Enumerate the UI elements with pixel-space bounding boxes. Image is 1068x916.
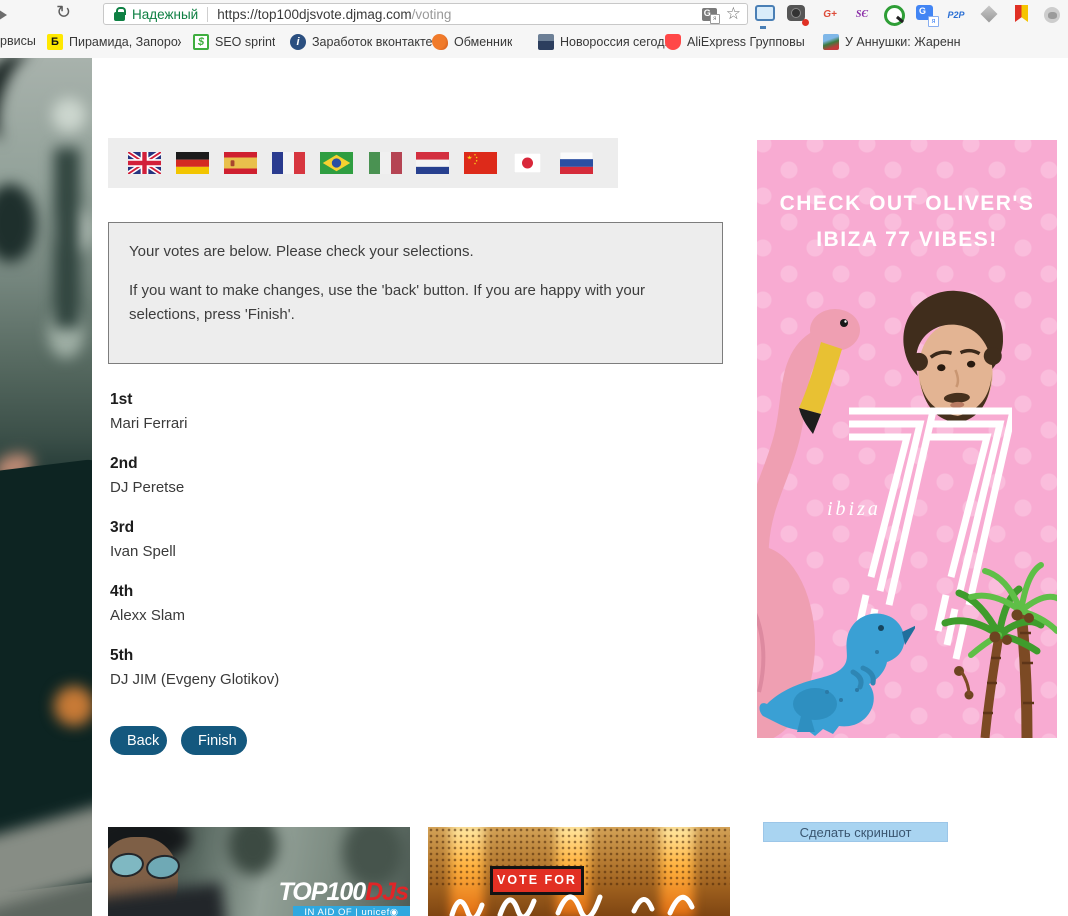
background-photo: [0, 58, 92, 916]
translate-page-icon[interactable]: Gя: [701, 7, 720, 24]
voting-page: Your votes are below. Please check your …: [0, 58, 1068, 916]
reload-icon[interactable]: ↻: [56, 2, 71, 23]
address-bar[interactable]: Надежный https://top100djsvote.djmag.com…: [103, 3, 748, 25]
vote-rank: 3rd: [110, 519, 135, 536]
flag-brazil[interactable]: [320, 152, 353, 174]
flag-uk[interactable]: [128, 152, 161, 174]
address-divider: [207, 6, 209, 22]
flag-spain[interactable]: [224, 152, 257, 174]
tree-shape: [54, 148, 80, 328]
flag-france[interactable]: [272, 152, 305, 174]
screen-cast-extension-icon[interactable]: [755, 5, 775, 25]
bookmark-aliexpress[interactable]: AliExpress Групповы: [665, 34, 804, 50]
p2p-extension-icon[interactable]: P2P: [946, 5, 966, 25]
browser-toolbar: ↻ Надежный https://top100djsvote.djmag.c…: [0, 0, 1068, 30]
palm-silhouette: [228, 827, 278, 875]
vote-selections-list: 1st Mari Ferrari 2nd DJ Peretse 3rd Ivan…: [110, 388, 510, 708]
signature-script: [449, 894, 695, 916]
make-screenshot-button[interactable]: Сделать скриншот: [763, 822, 948, 842]
vote-dj-name: Alexx Slam: [110, 607, 186, 624]
annushka-photo-favicon: [823, 34, 839, 50]
vote-rank: 2nd: [110, 455, 138, 472]
piramida-favicon: Б: [47, 34, 63, 50]
cube-extension-icon[interactable]: [980, 5, 1000, 25]
bookmark-services[interactable]: рвисы: [0, 34, 36, 48]
ud-extension-icon[interactable]: [1042, 5, 1062, 25]
flag-netherlands[interactable]: [416, 152, 449, 174]
flag-china[interactable]: [464, 152, 497, 174]
palm-trees-image: [941, 562, 1057, 738]
notice-line-1: Your votes are below. Please check your …: [129, 243, 474, 260]
vote-dj-name: DJ JIM (Evgeny Glotikov): [110, 671, 280, 688]
flag-germany[interactable]: [176, 152, 209, 174]
unicef-strip: IN AID OF | unicef◉: [293, 906, 410, 916]
se-extension-icon[interactable]: SЄ: [852, 5, 872, 25]
novorossiya-mountain-favicon: [538, 34, 554, 50]
url-host: https://top100djsvote.djmag.com: [217, 6, 412, 22]
vote-item-1: 1st Mari Ferrari: [110, 388, 510, 436]
vote-dj-name: DJ Peretse: [110, 479, 185, 496]
bookmark-annushka[interactable]: У Аннушки: Жаренн: [823, 34, 961, 50]
ibiza77-ad-banner[interactable]: CHECK OUT OLIVER'S IBIZA 77 VIBES! ibiza: [757, 140, 1057, 738]
translate-extension-icon[interactable]: Gя: [916, 5, 939, 27]
obmennik-squirrel-favicon: [432, 34, 448, 50]
bookmarks-bar: рвисы Б Пирамида, Запорож $ SEO sprint i…: [0, 30, 1068, 59]
notice-line-2: If you want to make changes, use the 'ba…: [129, 282, 646, 323]
bookmark-zarabotok[interactable]: i Заработок вконтакте: [290, 34, 433, 50]
flag-italy[interactable]: [369, 152, 402, 174]
secure-label: Надежный: [132, 6, 199, 22]
vote-confirmation-notice: Your votes are below. Please check your …: [108, 222, 723, 364]
back-button[interactable]: Back: [110, 726, 167, 755]
orange-glow: [54, 686, 92, 726]
url-path: /voting: [411, 6, 452, 22]
camera-blocker-extension-icon[interactable]: [787, 5, 807, 25]
vote-item-2: 2nd DJ Peretse: [110, 452, 510, 500]
flag-japan[interactable]: [514, 153, 541, 173]
sunglass-lens-shape: [0, 184, 36, 262]
bookmark-seo-sprint[interactable]: $ SEO sprint: [193, 34, 275, 50]
vote-rank: 5th: [110, 647, 134, 664]
flag-bookmark-extension-icon[interactable]: [1012, 5, 1032, 25]
vote-rank: 4th: [110, 583, 134, 600]
vote-dj-name: Ivan Spell: [110, 543, 176, 560]
vote-dj-name: Mari Ferrari: [110, 415, 188, 432]
finish-button[interactable]: Finish: [181, 726, 247, 755]
vote-item-5: 5th DJ JIM (Evgeny Glotikov): [110, 644, 510, 692]
gplus-extension-icon[interactable]: G+: [820, 5, 840, 25]
vote-rank: 1st: [110, 391, 133, 408]
bookmark-star-icon[interactable]: ☆: [726, 4, 741, 24]
ad-headline: CHECK OUT OLIVER'S IBIZA 77 VIBES!: [779, 192, 1035, 251]
search-tool-extension-icon[interactable]: [884, 5, 905, 26]
secure-lock-icon: [114, 6, 126, 21]
forward-icon[interactable]: [0, 8, 7, 22]
browser-window: ↻ Надежный https://top100djsvote.djmag.c…: [0, 0, 1068, 916]
flag-russia[interactable]: [560, 152, 593, 174]
bookmark-piramida[interactable]: Б Пирамида, Запорож: [47, 34, 181, 50]
zarabotok-favicon: i: [290, 34, 306, 50]
ibiza-script-label: ibiza: [827, 498, 881, 520]
seo-sprint-favicon: $: [193, 34, 209, 50]
vote-item-3: 3rd Ivan Spell: [110, 516, 510, 564]
language-flags-bar: [108, 138, 618, 188]
bookmark-novorossiya[interactable]: Новороссия сегодня: [538, 34, 674, 50]
vote-for-banner[interactable]: VOTE FOR: [428, 827, 730, 916]
dinosaur-toy-image: [759, 613, 915, 736]
top100djs-banner[interactable]: TOP100DJs IN AID OF | unicef◉: [108, 827, 410, 916]
vote-item-4: 4th Alexx Slam: [110, 580, 510, 628]
bookmark-obmennik[interactable]: Обменник: [432, 34, 512, 50]
top100djs-logo: TOP100DJs: [278, 878, 409, 906]
light-spot: [52, 98, 86, 132]
aliexpress-favicon: [665, 34, 681, 50]
